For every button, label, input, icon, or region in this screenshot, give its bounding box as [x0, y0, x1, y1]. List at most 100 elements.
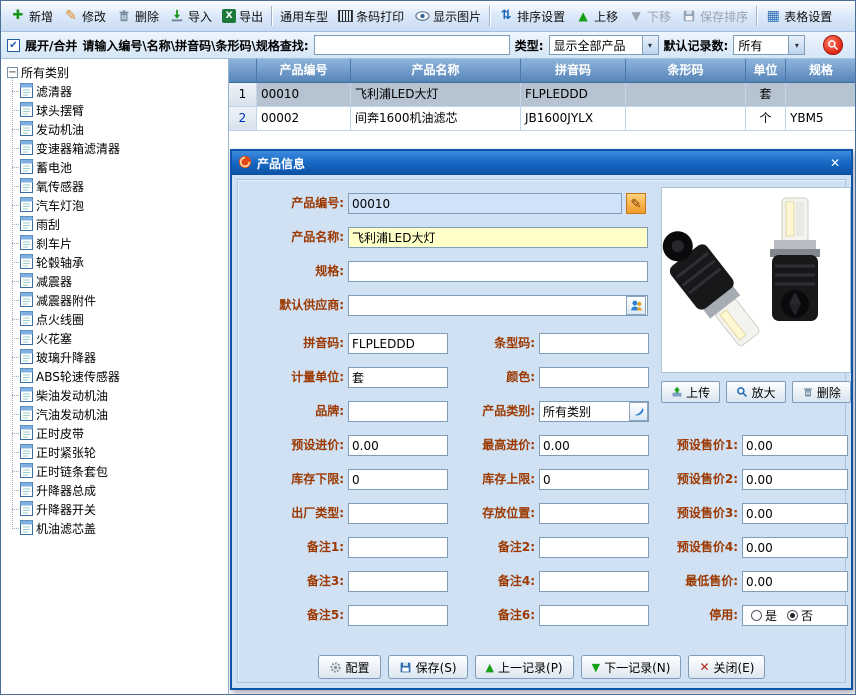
- next-record-button[interactable]: ▼ 下一记录(N): [581, 655, 682, 679]
- tree-item[interactable]: 玻璃升降器: [12, 348, 228, 367]
- previous-record-button[interactable]: ▲ 上一记录(P): [475, 655, 574, 679]
- chevron-down-icon: ▾: [642, 36, 658, 54]
- search-input[interactable]: [314, 35, 510, 55]
- sort-settings-button[interactable]: ⇅ 排序设置: [493, 5, 570, 28]
- product-name-input[interactable]: [348, 227, 648, 248]
- dialog-buttons: 配置 保存(S) ▲ 上一记录(P) ▼ 下一记录(N) ✕ 关闭(E): [232, 655, 851, 679]
- config-button[interactable]: 配置: [318, 655, 381, 679]
- show-images-button[interactable]: 显示图片: [409, 5, 486, 28]
- search-button[interactable]: [823, 35, 843, 55]
- tree-item[interactable]: 减震器附件: [12, 291, 228, 310]
- cell-pinyin: FLPLEDDD: [521, 83, 626, 107]
- min-price-input[interactable]: [742, 571, 848, 592]
- document-icon: [20, 368, 33, 386]
- dialog-titlebar[interactable]: 产品信息 ✕: [232, 151, 851, 175]
- upload-image-button[interactable]: 上传: [661, 381, 720, 403]
- table-row[interactable]: 1 00010 飞利浦LED大灯 FLPLEDDD 套: [229, 83, 856, 107]
- col-header-spec[interactable]: 规格: [786, 59, 856, 83]
- export-button[interactable]: X 导出: [217, 5, 268, 28]
- disabled-radio-group: 是 否: [742, 605, 848, 626]
- modify-button[interactable]: ✎ 修改: [58, 5, 111, 28]
- price2-input[interactable]: [742, 469, 848, 490]
- tree-item[interactable]: 轮毂轴承: [12, 253, 228, 272]
- tree-root[interactable]: − 所有类别: [7, 63, 228, 82]
- tree-item[interactable]: 发动机油: [12, 120, 228, 139]
- price4-input[interactable]: [742, 537, 848, 558]
- col-header-barcode[interactable]: 条形码: [626, 59, 746, 83]
- close-icon[interactable]: ✕: [825, 154, 845, 172]
- tree-item[interactable]: 正时紧张轮: [12, 443, 228, 462]
- barcode-print-button[interactable]: 条码打印: [333, 5, 409, 28]
- move-up-button[interactable]: ▲ 上移: [570, 5, 623, 28]
- col-header-unit[interactable]: 单位: [746, 59, 786, 83]
- col-header-name[interactable]: 产品名称: [351, 59, 521, 83]
- color-input[interactable]: [539, 367, 649, 388]
- search-icon: [827, 39, 839, 51]
- expand-checkbox[interactable]: ✔: [7, 39, 20, 52]
- tree-item[interactable]: 汽车灯泡: [12, 196, 228, 215]
- col-header-pinyin[interactable]: 拼音码: [521, 59, 626, 83]
- cell-name: 飞利浦LED大灯: [351, 83, 521, 107]
- tree-item[interactable]: 减震器: [12, 272, 228, 291]
- browse-category-button[interactable]: [629, 402, 648, 421]
- floppy-icon: [681, 8, 697, 24]
- price3-input[interactable]: [742, 503, 848, 524]
- table-row[interactable]: 2 00002 间奔1600机油滤芯 JB1600JYLX 个 YBM5: [229, 107, 856, 131]
- led-headlight-photo: [662, 188, 850, 372]
- product-code-input[interactable]: [348, 193, 622, 214]
- universal-models-button[interactable]: 通用车型: [275, 5, 333, 28]
- tree-item[interactable]: 滤清器: [12, 82, 228, 101]
- tree-item[interactable]: 升降器总成: [12, 481, 228, 500]
- tree-item[interactable]: 蓄电池: [12, 158, 228, 177]
- expand-toggle[interactable]: 展开/合并: [25, 37, 77, 54]
- label-product-name: 产品名称:: [236, 227, 344, 248]
- label-note5: 备注5:: [236, 605, 344, 626]
- row-number-header[interactable]: [229, 59, 257, 83]
- records-dropdown-value: 所有: [734, 37, 788, 54]
- zoom-image-button[interactable]: 放大: [726, 381, 785, 403]
- label-note6: 备注6:: [430, 605, 535, 626]
- collapse-icon[interactable]: −: [7, 67, 18, 78]
- tree-item[interactable]: 雨刮: [12, 215, 228, 234]
- tree-item[interactable]: ABS轮速传感器: [12, 367, 228, 386]
- tree-item[interactable]: 正时链条套包: [12, 462, 228, 481]
- type-dropdown[interactable]: 显示全部产品 ▾: [549, 35, 659, 55]
- save-sort-button[interactable]: 保存排序: [676, 5, 753, 28]
- add-button[interactable]: ✚ 新增: [5, 5, 58, 28]
- tree-item[interactable]: 点火线圈: [12, 310, 228, 329]
- spec-input[interactable]: [348, 261, 648, 282]
- label-pinyin: 拼音码:: [236, 333, 344, 354]
- tree-item[interactable]: 柴油发动机油: [12, 386, 228, 405]
- tree-item[interactable]: 变速器箱滤清器: [12, 139, 228, 158]
- supplier-input[interactable]: [348, 295, 648, 316]
- tree-item[interactable]: 球头摆臂: [12, 101, 228, 120]
- toolbar-separator: [271, 6, 272, 26]
- save-button[interactable]: 保存(S): [388, 655, 468, 679]
- delete-button[interactable]: 删除: [111, 5, 164, 28]
- label-spec: 规格:: [236, 261, 344, 282]
- trash-icon: [802, 386, 814, 398]
- price1-input[interactable]: [742, 435, 848, 456]
- tree-item[interactable]: 机油滤芯盖: [12, 519, 228, 538]
- cell-spec: [786, 83, 856, 107]
- tree-item[interactable]: 汽油发动机油: [12, 405, 228, 424]
- tree-item[interactable]: 氧传感器: [12, 177, 228, 196]
- col-header-code[interactable]: 产品编号: [257, 59, 351, 83]
- close-button[interactable]: ✕ 关闭(E): [688, 655, 765, 679]
- radio-no[interactable]: 否: [787, 607, 813, 624]
- delete-image-button[interactable]: 删除: [792, 381, 851, 403]
- tree-item[interactable]: 火花塞: [12, 329, 228, 348]
- tree-item[interactable]: 升降器开关: [12, 500, 228, 519]
- filter-bar: ✔ 展开/合并 请输入编号\名称\拼音码\条形码\规格查找: 类型: 显示全部产…: [1, 32, 855, 59]
- table-settings-button[interactable]: ▦ 表格设置: [760, 5, 837, 28]
- records-dropdown[interactable]: 所有 ▾: [733, 35, 805, 55]
- tree-item[interactable]: 正时皮带: [12, 424, 228, 443]
- pick-supplier-button[interactable]: [626, 296, 646, 315]
- edit-code-button[interactable]: ✎: [626, 193, 646, 214]
- move-down-button[interactable]: ▼ 下移: [623, 5, 676, 28]
- import-button[interactable]: 导入: [164, 5, 217, 28]
- tree-item[interactable]: 刹车片: [12, 234, 228, 253]
- radio-yes[interactable]: 是: [751, 607, 777, 624]
- cell-name: 间奔1600机油滤芯: [351, 107, 521, 131]
- barcode-input[interactable]: [539, 333, 649, 354]
